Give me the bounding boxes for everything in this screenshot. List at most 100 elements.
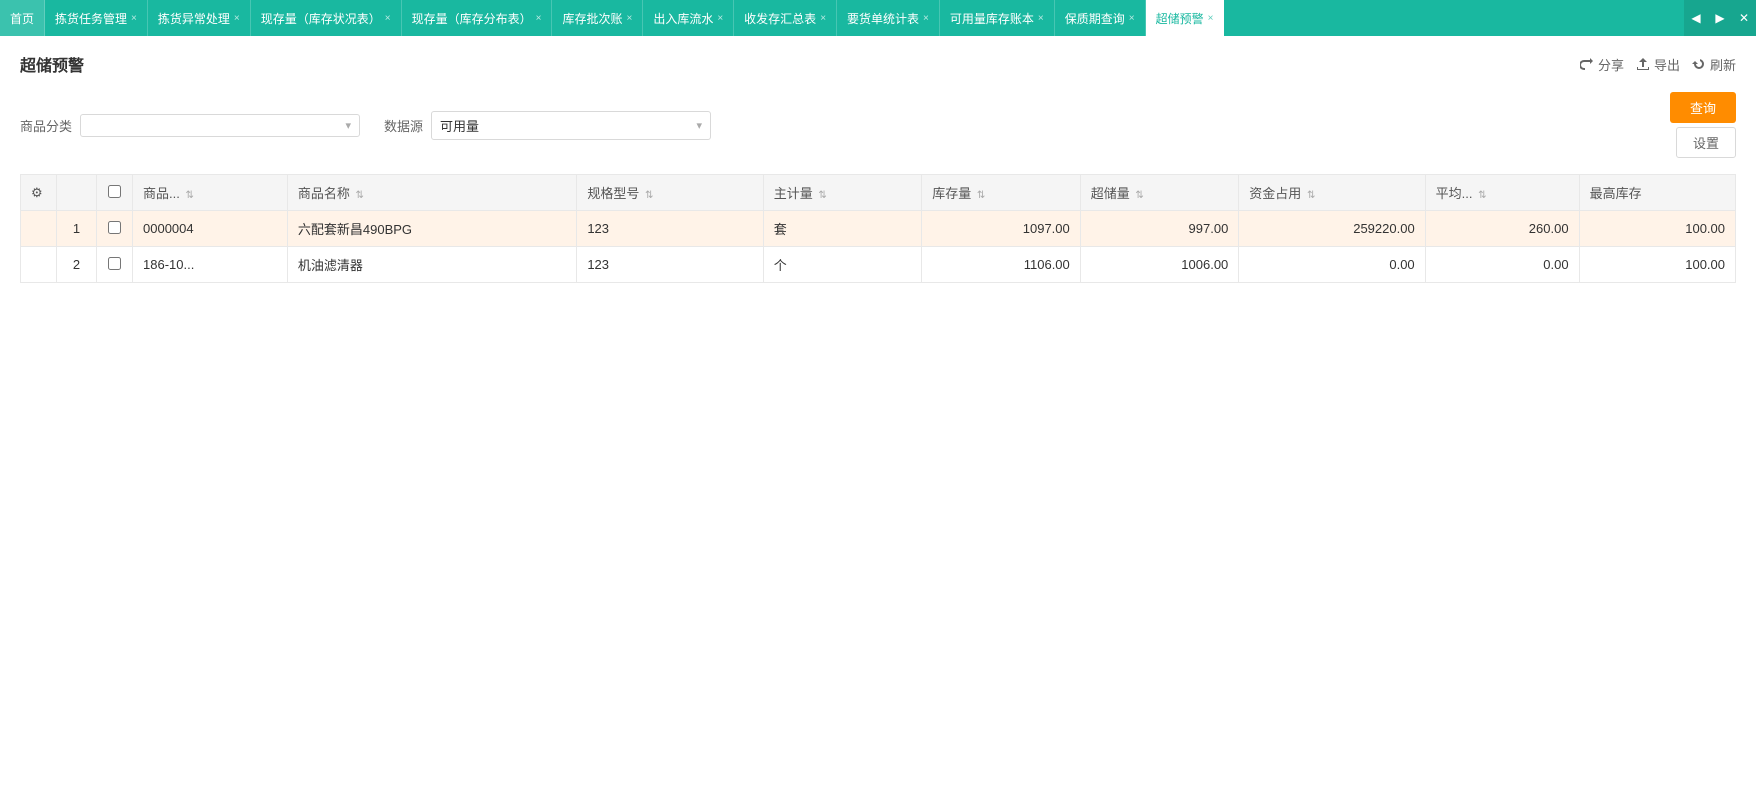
col-spec-header[interactable]: 规格型号 ⇅ xyxy=(577,175,763,211)
nav-task-mgmt[interactable]: 拣货任务管理 × xyxy=(45,0,148,36)
sort-icon: ⇅ xyxy=(1307,190,1315,201)
row-max-stock: 100.00 xyxy=(1579,247,1735,283)
row-check-cell[interactable] xyxy=(97,247,133,283)
nav-order-stats[interactable]: 要货单统计表 × xyxy=(837,0,940,36)
close-icon[interactable]: × xyxy=(717,13,723,24)
nav-prev-button[interactable]: ◀ xyxy=(1684,0,1708,36)
row-avg: 260.00 xyxy=(1425,211,1579,247)
close-icon[interactable]: × xyxy=(1038,13,1044,24)
page-content: 超储预警 分享 导出 刷新 商品分类 ▾ 数据源 xyxy=(0,36,1756,299)
sort-icon: ⇅ xyxy=(185,190,193,201)
nav-arrows: ◀ ▶ ✕ xyxy=(1684,0,1756,36)
row-product-code: 186-10... xyxy=(133,247,288,283)
gear-icon: ⚙ xyxy=(31,185,43,200)
row-max-stock: 100.00 xyxy=(1579,211,1735,247)
close-icon[interactable]: × xyxy=(131,13,137,24)
sort-icon: ⇅ xyxy=(818,190,826,201)
export-icon xyxy=(1636,57,1650,71)
close-icon[interactable]: × xyxy=(820,13,826,24)
col-unit-header[interactable]: 主计量 ⇅ xyxy=(763,175,922,211)
refresh-button[interactable]: 刷新 xyxy=(1692,55,1736,74)
col-settings-header[interactable]: ⚙ xyxy=(21,175,57,211)
datasource-filter-group: 数据源 可用量 ▾ xyxy=(384,111,711,140)
col-capital-header[interactable]: 资金占用 ⇅ xyxy=(1239,175,1425,211)
nav-available-account[interactable]: 可用量库存账本 × xyxy=(940,0,1055,36)
close-icon[interactable]: × xyxy=(536,13,542,24)
export-button[interactable]: 导出 xyxy=(1636,55,1680,74)
row-unit: 套 xyxy=(763,211,922,247)
col-product-code-header[interactable]: 商品... ⇅ xyxy=(133,175,288,211)
nav-abnormal[interactable]: 拣货异常处理 × xyxy=(148,0,251,36)
category-label: 商品分类 xyxy=(20,116,72,135)
row-settings-cell xyxy=(21,211,57,247)
col-product-name-header[interactable]: 商品名称 ⇅ xyxy=(287,175,576,211)
col-avg-header[interactable]: 平均... ⇅ xyxy=(1425,175,1579,211)
filter-bar: 商品分类 ▾ 数据源 可用量 ▾ 查询 设置 xyxy=(20,92,1736,158)
row-seq-cell: 2 xyxy=(57,247,97,283)
datasource-value: 可用量 xyxy=(440,116,479,135)
datasource-label: 数据源 xyxy=(384,116,423,135)
nav-inventory-status[interactable]: 现存量（库存状况表） × xyxy=(251,0,402,36)
row-checkbox[interactable] xyxy=(108,257,121,270)
col-overstock-header[interactable]: 超储量 ⇅ xyxy=(1080,175,1239,211)
col-check-header xyxy=(97,175,133,211)
close-icon[interactable]: × xyxy=(1129,13,1135,24)
sort-icon: ⇅ xyxy=(1478,190,1486,201)
sort-icon: ⇅ xyxy=(1135,190,1143,201)
close-icon[interactable]: × xyxy=(385,13,391,24)
row-product-name: 机油滤清器 xyxy=(287,247,576,283)
nav-overstock[interactable]: 超储预警 × xyxy=(1146,0,1225,36)
row-avg: 0.00 xyxy=(1425,247,1579,283)
row-seq-cell: 1 xyxy=(57,211,97,247)
table-body: 1 0000004 六配套新昌490BPG 123 套 1097.00 997.… xyxy=(21,211,1736,283)
row-overstock: 1006.00 xyxy=(1080,247,1239,283)
table-header-row: ⚙ 商品... ⇅ 商品名称 ⇅ 规格型号 ⇅ xyxy=(21,175,1736,211)
nav-close-button[interactable]: ✕ xyxy=(1732,0,1756,36)
row-settings-cell xyxy=(21,247,57,283)
row-checkbox[interactable] xyxy=(108,221,121,234)
sort-icon: ⇅ xyxy=(645,190,653,201)
row-spec: 123 xyxy=(577,247,763,283)
close-icon[interactable]: × xyxy=(923,13,929,24)
nav-expiry[interactable]: 保质期查询 × xyxy=(1055,0,1146,36)
chevron-down-icon: ▾ xyxy=(345,119,351,132)
table-row: 1 0000004 六配套新昌490BPG 123 套 1097.00 997.… xyxy=(21,211,1736,247)
row-spec: 123 xyxy=(577,211,763,247)
nav-recv-summary[interactable]: 收发存汇总表 × xyxy=(734,0,837,36)
top-nav: 首页 拣货任务管理 × 拣货异常处理 × 现存量（库存状况表） × 现存量（库存… xyxy=(0,0,1756,36)
chevron-down-icon: ▾ xyxy=(697,119,703,132)
nav-inventory-dist[interactable]: 现存量（库存分布表） × xyxy=(402,0,553,36)
nav-batch-account[interactable]: 库存批次账 × xyxy=(552,0,643,36)
row-product-name: 六配套新昌490BPG xyxy=(287,211,576,247)
row-capital: 259220.00 xyxy=(1239,211,1425,247)
nav-home[interactable]: 首页 xyxy=(0,0,45,36)
col-stock-header[interactable]: 库存量 ⇅ xyxy=(922,175,1081,211)
close-icon[interactable]: × xyxy=(626,13,632,24)
row-check-cell[interactable] xyxy=(97,211,133,247)
settings-button[interactable]: 设置 xyxy=(1676,127,1736,158)
share-button[interactable]: 分享 xyxy=(1580,55,1624,74)
share-icon xyxy=(1580,57,1594,71)
row-product-code: 0000004 xyxy=(133,211,288,247)
select-all-checkbox[interactable] xyxy=(108,185,121,198)
col-max-stock-header: 最高库存 xyxy=(1579,175,1735,211)
nav-next-button[interactable]: ▶ xyxy=(1708,0,1732,36)
close-icon[interactable]: × xyxy=(234,13,240,24)
data-table: ⚙ 商品... ⇅ 商品名称 ⇅ 规格型号 ⇅ xyxy=(20,174,1736,283)
row-capital: 0.00 xyxy=(1239,247,1425,283)
row-stock: 1106.00 xyxy=(922,247,1081,283)
table-row: 2 186-10... 机油滤清器 123 个 1106.00 1006.00 … xyxy=(21,247,1736,283)
datasource-select[interactable]: 可用量 ▾ xyxy=(431,111,711,140)
col-seq-header xyxy=(57,175,97,211)
row-overstock: 997.00 xyxy=(1080,211,1239,247)
page-title: 超储预警 xyxy=(20,52,84,76)
sort-icon: ⇅ xyxy=(977,190,985,201)
query-button[interactable]: 查询 xyxy=(1670,92,1736,123)
row-stock: 1097.00 xyxy=(922,211,1081,247)
sort-icon: ⇅ xyxy=(356,190,364,201)
row-unit: 个 xyxy=(763,247,922,283)
category-select[interactable]: ▾ xyxy=(80,114,360,137)
nav-inout-flow[interactable]: 出入库流水 × xyxy=(643,0,734,36)
close-icon[interactable]: × xyxy=(1208,13,1214,24)
title-actions: 分享 导出 刷新 xyxy=(1580,55,1736,74)
